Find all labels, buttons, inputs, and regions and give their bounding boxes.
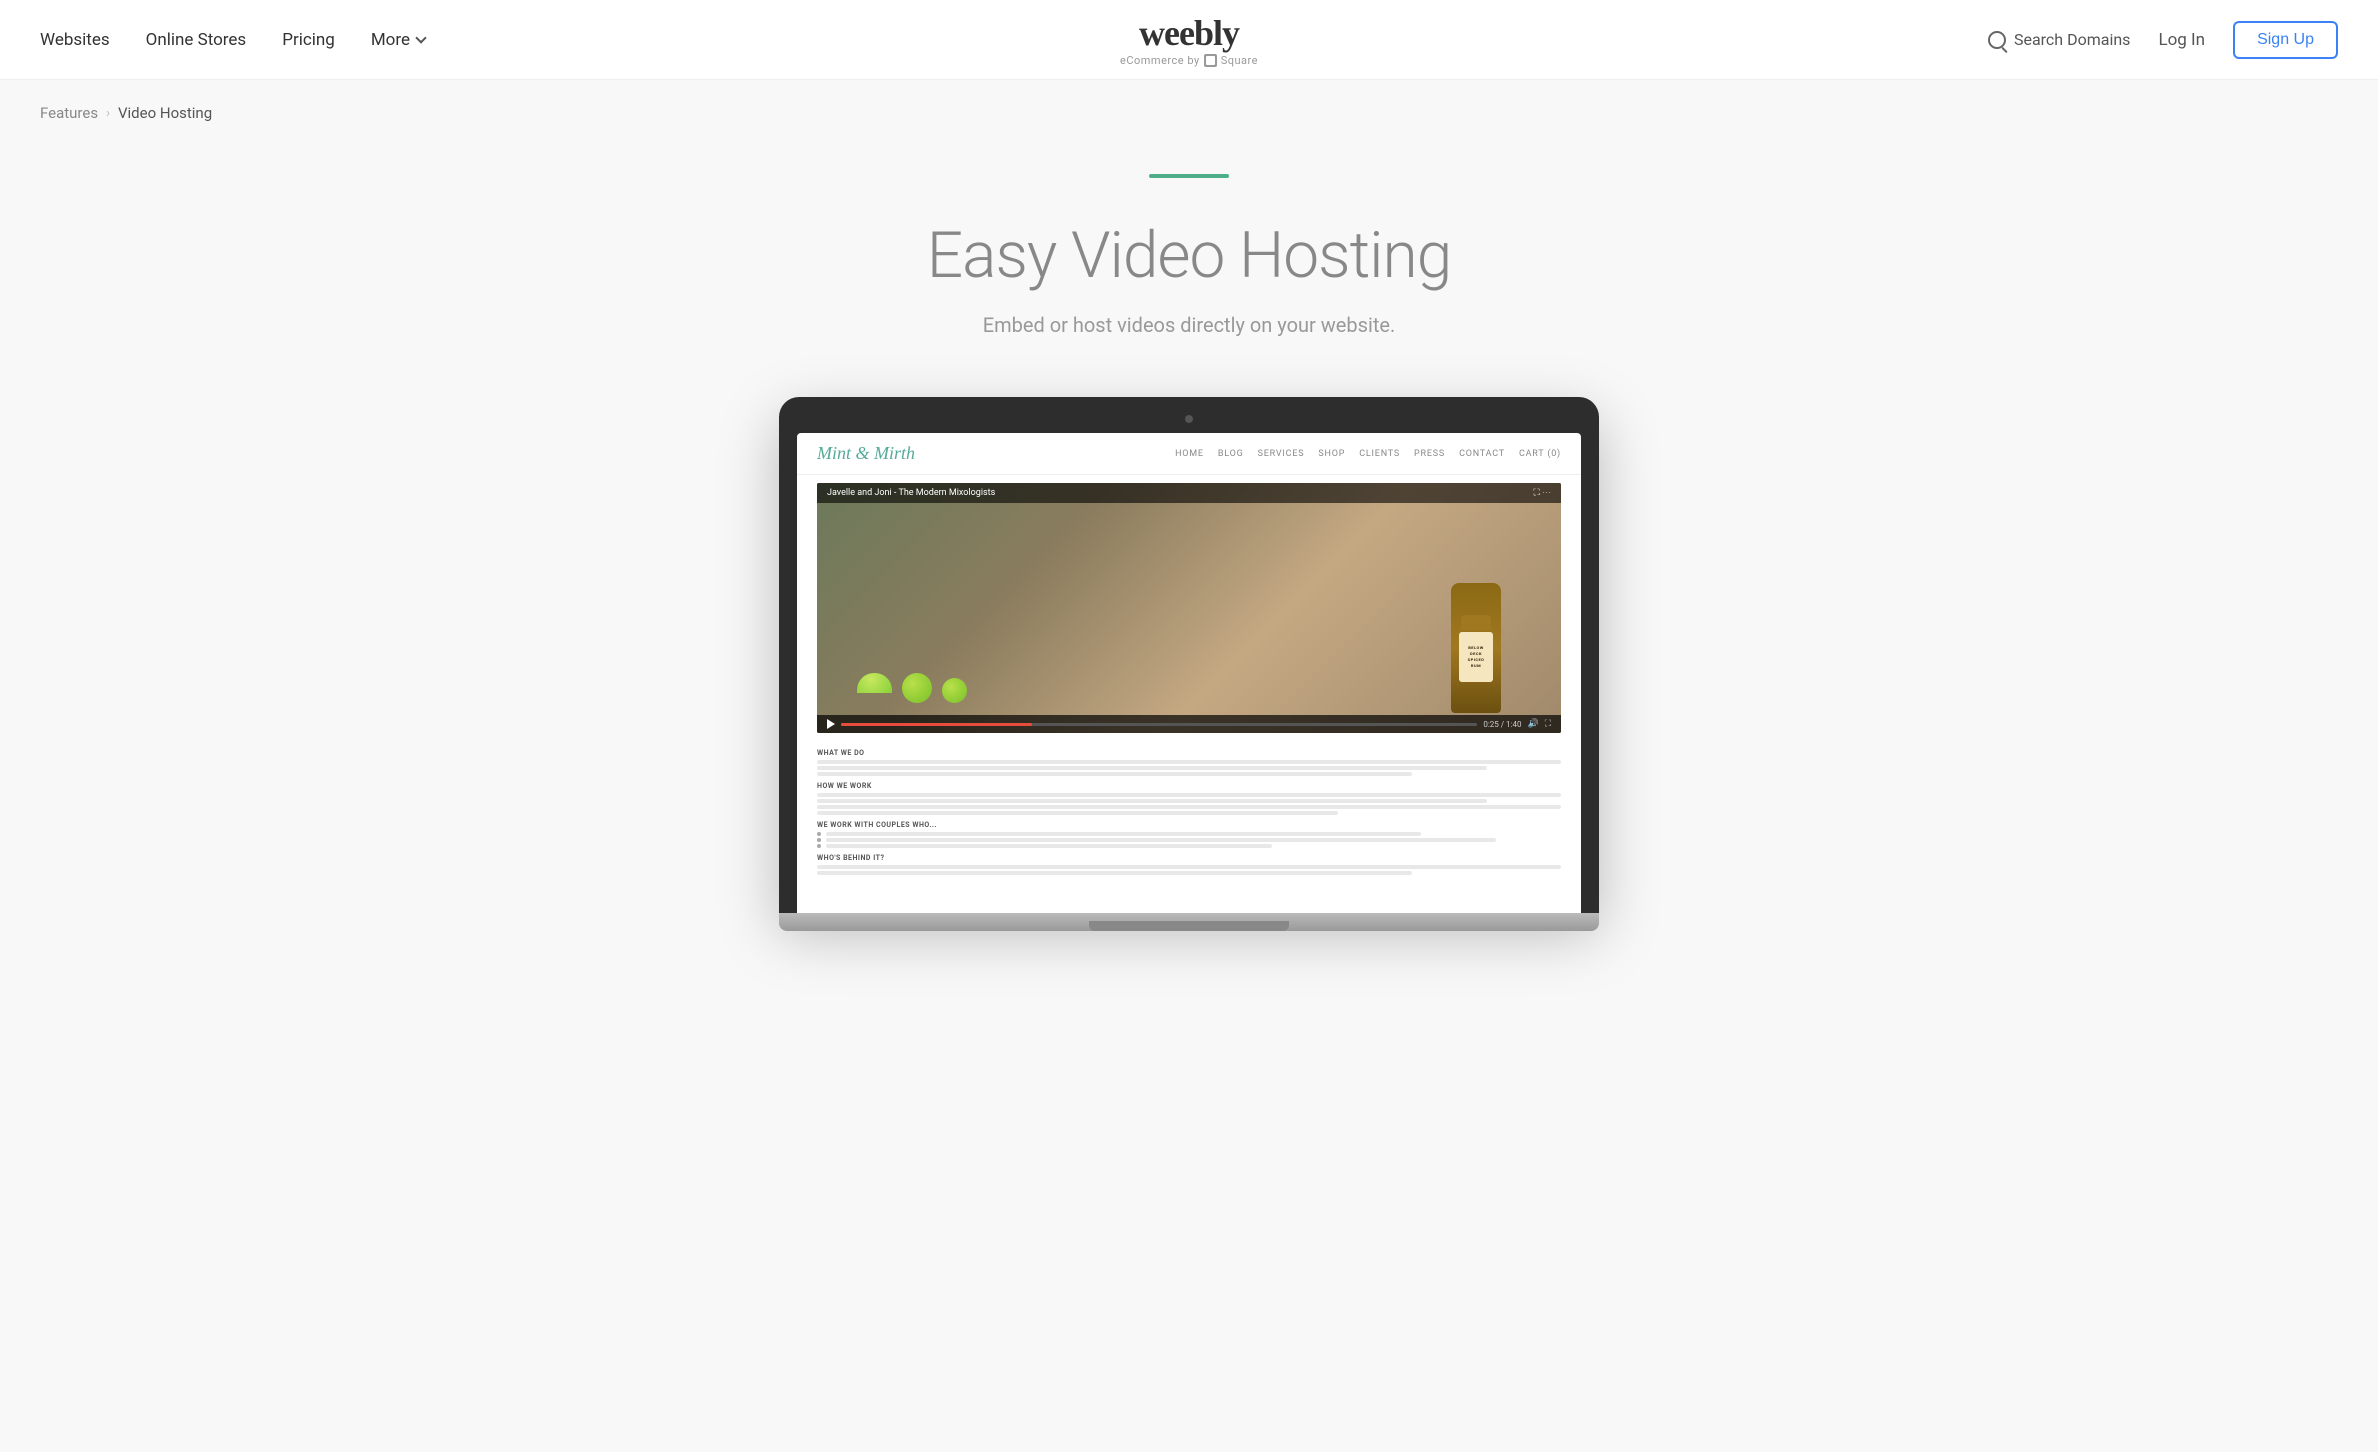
bullet-icon — [817, 832, 821, 836]
search-domains-button[interactable]: Search Domains — [1988, 30, 2130, 49]
logo-subtitle: eCommerce by Square — [1120, 54, 1258, 67]
site-text-line — [826, 838, 1496, 842]
login-button[interactable]: Log In — [2158, 30, 2205, 50]
breadcrumb-current: Video Hosting — [118, 104, 212, 122]
site-nav-shop: SHOP — [1318, 449, 1345, 459]
video-progress — [841, 723, 1477, 726]
video-title-text: Javelle and Joni - The Modern Mixologist… — [827, 488, 995, 498]
site-content: Javelle and Joni - The Modern Mixologist… — [797, 483, 1581, 885]
video-main-image: BELOW DECK SPICED RUM — [817, 483, 1561, 733]
hero-subtitle: Embed or host videos directly on your we… — [20, 313, 2358, 337]
breadcrumb-features-link[interactable]: Features — [40, 104, 98, 122]
nav-websites[interactable]: Websites — [40, 30, 110, 50]
laptop-screen: Mint & Mirth HOME BLOG SERVICES SHOP CLI… — [797, 433, 1581, 913]
search-icon — [1988, 31, 2006, 49]
logo[interactable]: weebly — [1139, 12, 1239, 54]
site-nav-home: HOME — [1175, 449, 1204, 459]
site-video-block: Javelle and Joni - The Modern Mixologist… — [817, 483, 1561, 733]
site-text-line — [817, 811, 1338, 815]
limes-decoration — [857, 673, 967, 703]
accent-line — [1149, 174, 1229, 178]
nav-pricing[interactable]: Pricing — [282, 30, 335, 50]
site-text-area: WHAT WE DO HOW WE WORK We work with coup… — [797, 741, 1581, 885]
laptop-outer: Mint & Mirth HOME BLOG SERVICES SHOP CLI… — [779, 397, 1599, 913]
site-section-what-head: WHAT WE DO — [817, 749, 1561, 757]
video-vol-icon: 🔊 — [1527, 719, 1538, 729]
site-text-line — [817, 799, 1487, 803]
hero-section: Easy Video Hosting Embed or host videos … — [0, 134, 2378, 397]
video-fullscreen-icon: ⛶ — [1545, 719, 1551, 729]
video-time: 0:25 / 1:40 — [1483, 720, 1521, 729]
site-text-line — [817, 805, 1561, 809]
video-controls-icons: ⛶ ⋯ — [1533, 488, 1551, 498]
lime-whole — [902, 673, 932, 703]
site-text-line — [817, 865, 1561, 869]
more-chevron-icon — [415, 32, 426, 43]
nav-logo-area: weebly eCommerce by Square — [1120, 12, 1258, 67]
site-text-line — [817, 772, 1412, 776]
bullet-icon — [817, 838, 821, 842]
site-nav-links: HOME BLOG SERVICES SHOP CLIENTS PRESS CO… — [1175, 449, 1561, 459]
site-nav-cart: CART (0) — [1519, 449, 1561, 459]
site-nav-clients: CLIENTS — [1359, 449, 1400, 459]
site-nav-press: PRESS — [1414, 449, 1445, 459]
breadcrumb: Features › Video Hosting — [0, 80, 2378, 134]
rum-label: BELOW DECK SPICED RUM — [1459, 632, 1493, 682]
site-nav-blog: BLOG — [1218, 449, 1244, 459]
square-icon — [1204, 54, 1217, 67]
video-progress-fill — [841, 723, 1032, 726]
site-text-line — [826, 844, 1272, 848]
site-bullet-item — [817, 844, 1561, 848]
site-navbar: Mint & Mirth HOME BLOG SERVICES SHOP CLI… — [797, 433, 1581, 475]
site-section-couples-head: We work with couples who... — [817, 821, 1561, 829]
site-bullet-item — [817, 838, 1561, 842]
navbar: Websites Online Stores Pricing More weeb… — [0, 0, 2378, 80]
site-logo: Mint & Mirth — [817, 443, 915, 464]
video-controls-bar: 0:25 / 1:40 🔊 ⛶ — [817, 715, 1561, 733]
bullet-icon — [817, 844, 821, 848]
video-title-bar: Javelle and Joni - The Modern Mixologist… — [817, 483, 1561, 503]
site-nav-contact: CONTACT — [1459, 449, 1505, 459]
hero-title: Easy Video Hosting — [20, 218, 2358, 293]
site-text-line — [817, 760, 1561, 764]
site-nav-services: SERVICES — [1258, 449, 1305, 459]
lime-half — [857, 673, 892, 693]
site-text-line — [826, 832, 1421, 836]
site-bullet-item — [817, 832, 1561, 836]
laptop-mockup-wrapper: Mint & Mirth HOME BLOG SERVICES SHOP CLI… — [0, 397, 2378, 931]
breadcrumb-separator: › — [106, 106, 110, 121]
play-icon — [827, 719, 835, 729]
site-text-line — [817, 766, 1487, 770]
site-text-line — [817, 871, 1412, 875]
laptop-camera — [1185, 415, 1193, 423]
site-section-how-head: HOW WE WORK — [817, 782, 1561, 790]
signup-button[interactable]: Sign Up — [2233, 21, 2338, 59]
nav-online-stores[interactable]: Online Stores — [146, 30, 247, 50]
lime-small — [942, 678, 967, 703]
nav-right: Search Domains Log In Sign Up — [1988, 21, 2338, 59]
site-text-line — [817, 793, 1561, 797]
bottle-neck — [1461, 615, 1491, 630]
laptop-base — [779, 913, 1599, 931]
rum-bottle: BELOW DECK SPICED RUM — [1451, 583, 1501, 713]
nav-more[interactable]: More — [371, 30, 425, 50]
laptop-mockup: Mint & Mirth HOME BLOG SERVICES SHOP CLI… — [779, 397, 1599, 931]
nav-left: Websites Online Stores Pricing More — [40, 30, 425, 50]
site-section-behind-head: WHO'S BEHIND IT? — [817, 854, 1561, 862]
